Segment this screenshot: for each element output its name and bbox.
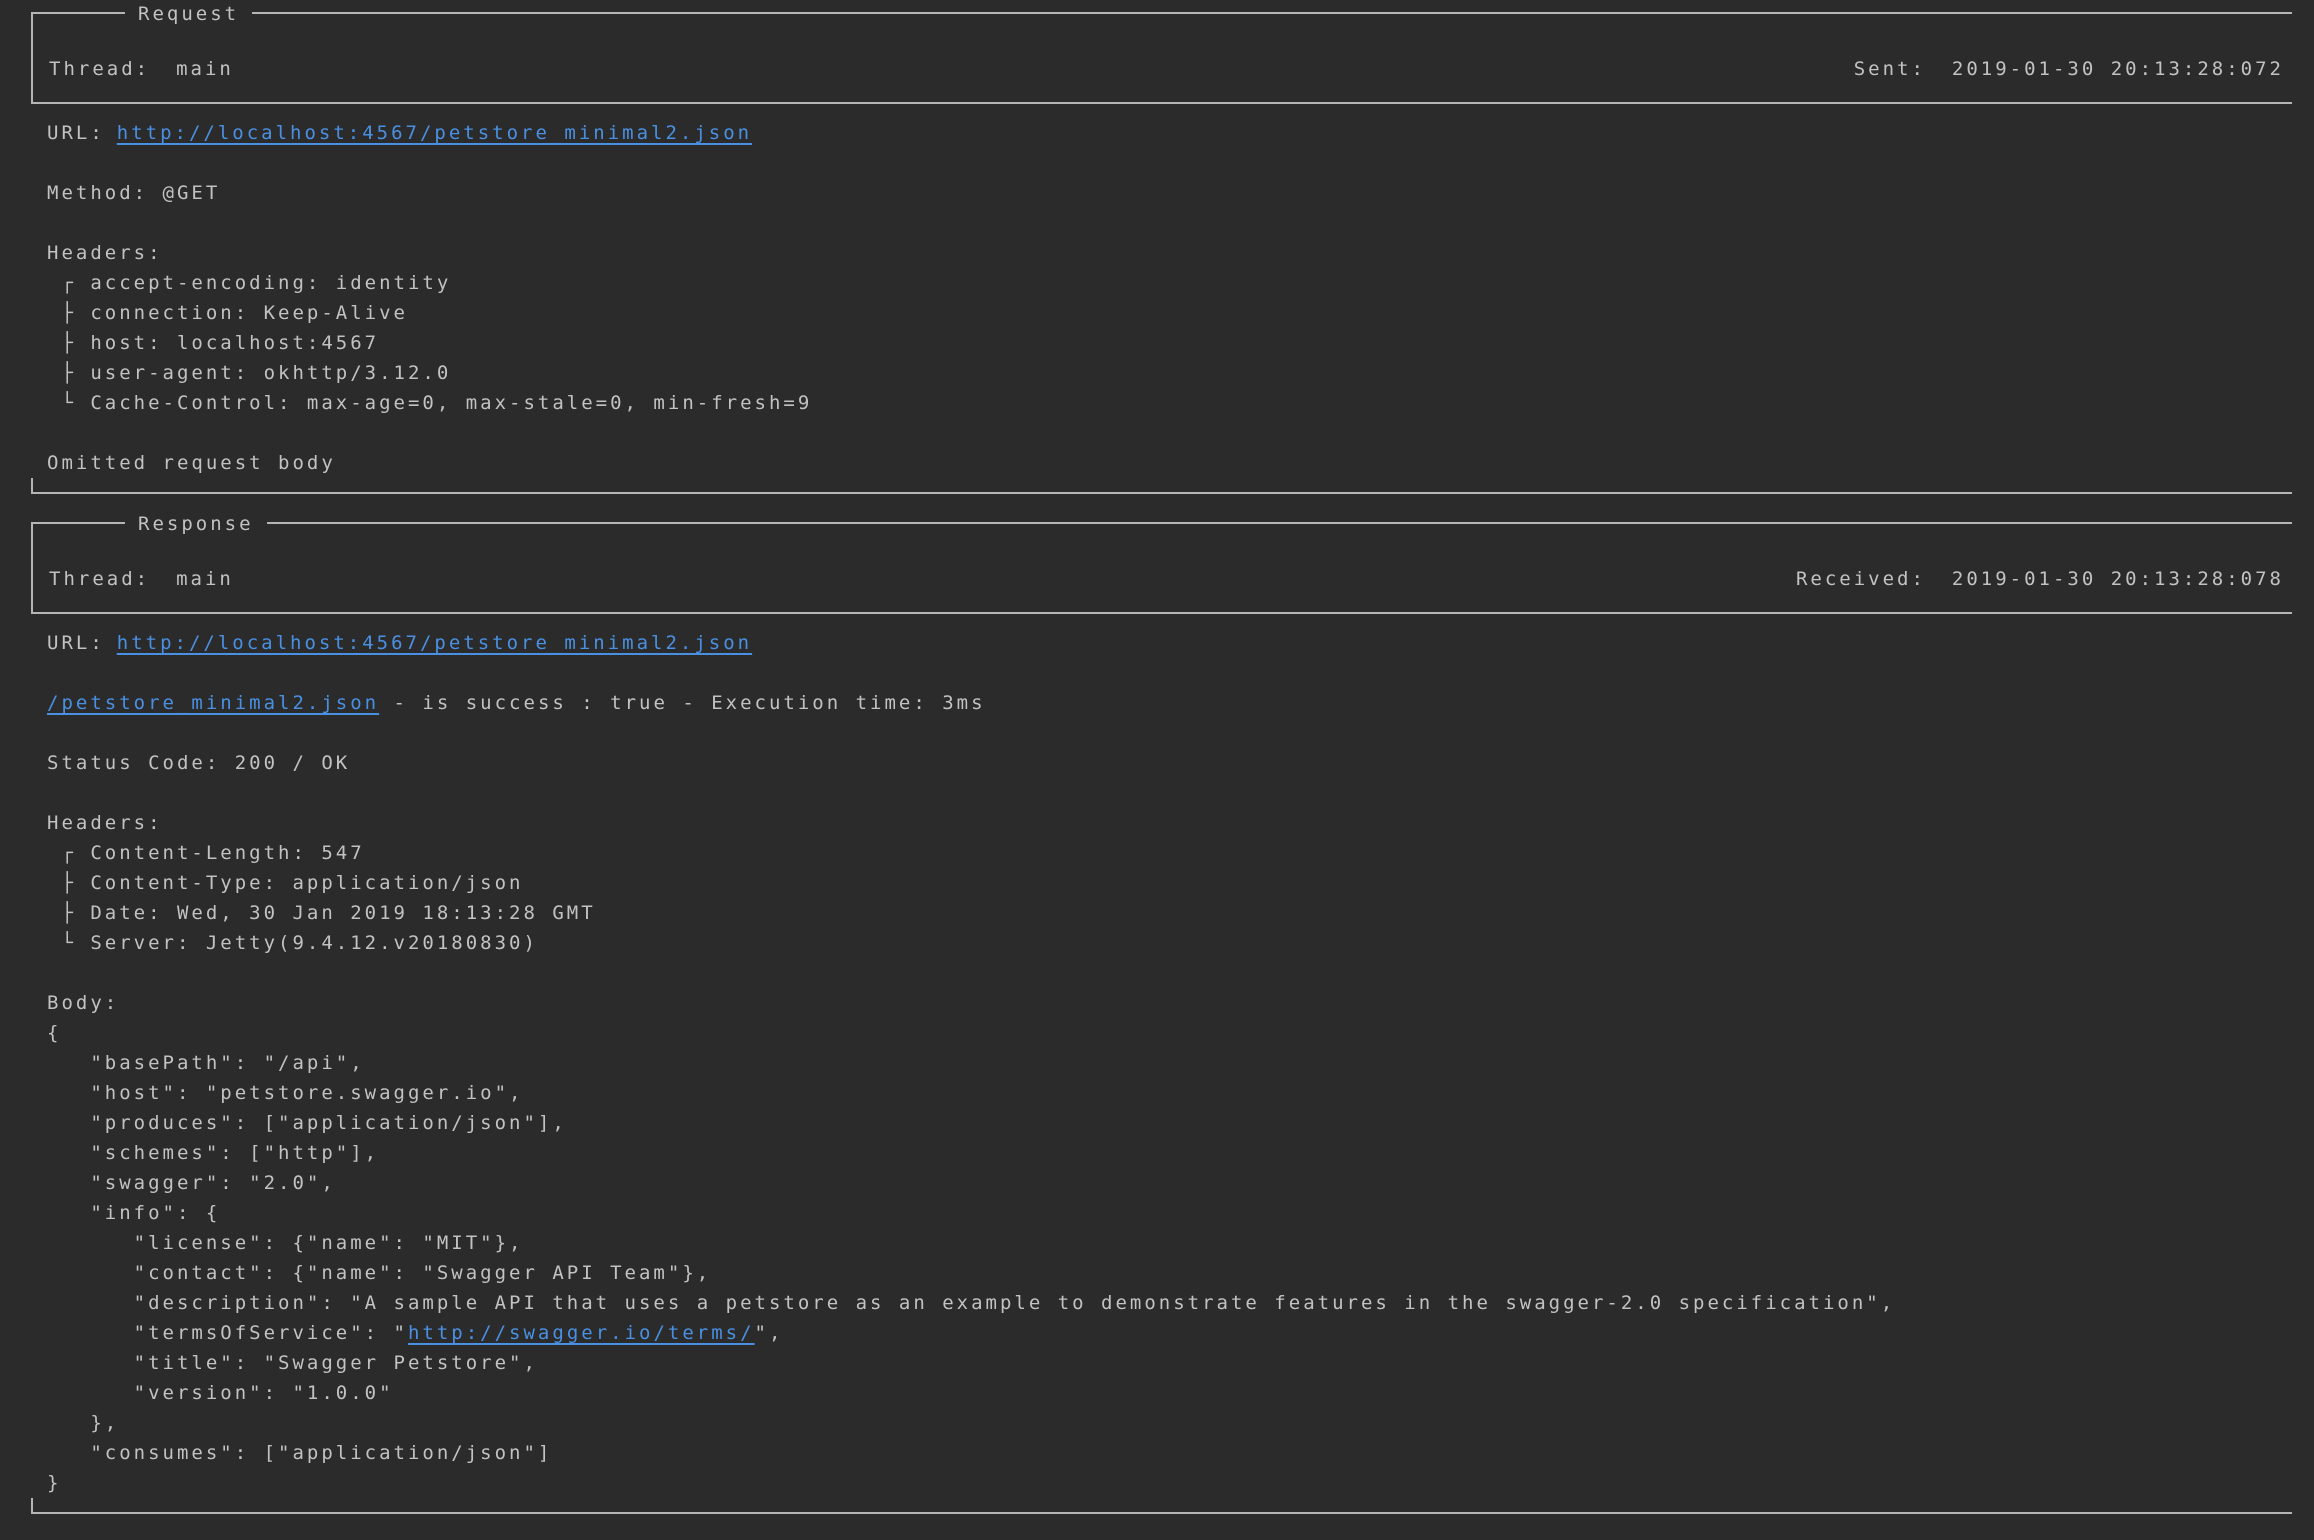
response-section-title: Response bbox=[125, 509, 267, 539]
body-line: "title": "Swagger Petstore", bbox=[0, 1348, 2314, 1378]
request-content: URL: http://localhost:4567/petstore_minim… bbox=[0, 118, 2314, 478]
header-line: ├ user-agent: okhttp/3.12.0 bbox=[0, 358, 2314, 388]
thread-value: main bbox=[176, 568, 234, 590]
blank-line bbox=[0, 208, 2314, 238]
result-text: - is success : true - Execution time: 3m… bbox=[379, 692, 985, 714]
response-url-line: URL: http://localhost:4567/petstore_minim… bbox=[0, 628, 2314, 658]
thread-value: main bbox=[176, 58, 234, 80]
request-thread: Thread: main bbox=[49, 54, 234, 84]
blank-line bbox=[0, 418, 2314, 448]
body-line: "consumes": ["application/json"] bbox=[0, 1438, 2314, 1468]
request-thread-row: Thread: main Sent: 2019-01-30 20:13:28:072 bbox=[33, 54, 2292, 84]
blank-line bbox=[0, 658, 2314, 688]
response-section-bottom-border bbox=[31, 1498, 2292, 1514]
header-line: └ Server: Jetty(9.4.12.v20180830) bbox=[0, 928, 2314, 958]
endpoint-link[interactable]: /petstore_minimal2.json bbox=[47, 692, 379, 714]
body-text: ", bbox=[755, 1322, 784, 1344]
response-content: URL: http://localhost:4567/petstore_minim… bbox=[0, 628, 2314, 1498]
header-line: ├ Date: Wed, 30 Jan 2019 18:13:28 GMT bbox=[0, 898, 2314, 928]
blank-line bbox=[0, 958, 2314, 988]
sent-timestamp: 2019-01-30 20:13:28:072 bbox=[1952, 58, 2284, 80]
body-line: { bbox=[0, 1018, 2314, 1048]
response-url-link[interactable]: http://localhost:4567/petstore_minimal2.… bbox=[117, 632, 752, 654]
http-log-console: Request Thread:mainSent:2019-01-30 20:13… bbox=[0, 12, 2314, 1540]
request-section-box: Request Thread:mainSent:2019-01-30 20:13… bbox=[31, 12, 2292, 104]
body-line: "produces": ["application/json"], bbox=[0, 1108, 2314, 1138]
request-url-link[interactable]: http://localhost:4567/petstore_minimal2.… bbox=[117, 122, 752, 144]
response-headers-label: Headers: bbox=[0, 808, 2314, 838]
response-body-label: Body: bbox=[0, 988, 2314, 1018]
request-body-note: Omitted request body bbox=[0, 448, 2314, 478]
body-line: "license": {"name": "MIT"}, bbox=[0, 1228, 2314, 1258]
body-line: "version": "1.0.0" bbox=[0, 1378, 2314, 1408]
sent-label: Sent: bbox=[1854, 58, 1926, 80]
thread-label: Thread: bbox=[49, 568, 150, 590]
request-url-line: URL: http://localhost:4567/petstore_minim… bbox=[0, 118, 2314, 148]
response-received: Received: 2019-01-30 20:13:28:078 bbox=[1796, 564, 2284, 594]
request-section-bottom-border bbox=[31, 478, 2292, 494]
body-line: "host": "petstore.swagger.io", bbox=[0, 1078, 2314, 1108]
body-line: }, bbox=[0, 1408, 2314, 1438]
blank-line bbox=[0, 148, 2314, 178]
blank-line bbox=[0, 778, 2314, 808]
header-line: ├ host: localhost:4567 bbox=[0, 328, 2314, 358]
body-line: "swagger": "2.0", bbox=[0, 1168, 2314, 1198]
body-line: "description": "A sample API that uses a… bbox=[0, 1288, 2314, 1318]
header-line: ┌ accept-encoding: identity bbox=[0, 268, 2314, 298]
header-line: └ Cache-Control: max-age=0, max-stale=0,… bbox=[0, 388, 2314, 418]
received-label: Received: bbox=[1796, 568, 1926, 590]
request-sent: Sent: 2019-01-30 20:13:28:072 bbox=[1854, 54, 2284, 84]
terms-of-service-link[interactable]: http://swagger.io/terms/ bbox=[408, 1322, 755, 1344]
response-status-line: Status Code: 200 / OK bbox=[0, 748, 2314, 778]
body-line: "basePath": "/api", bbox=[0, 1048, 2314, 1078]
received-timestamp: 2019-01-30 20:13:28:078 bbox=[1952, 568, 2284, 590]
request-headers-list: ┌ accept-encoding: identity ├ connection… bbox=[0, 268, 2314, 418]
response-body-json: { "basePath": "/api", "host": "petstore.… bbox=[0, 1018, 2314, 1498]
body-line: "termsOfService": "http://swagger.io/ter… bbox=[0, 1318, 2314, 1348]
url-label: URL: bbox=[47, 632, 105, 654]
blank-line bbox=[0, 718, 2314, 748]
request-box-spacer bbox=[33, 14, 2292, 54]
response-section-box: Response Thread:mainReceived:2019-01-30 … bbox=[31, 522, 2292, 614]
header-line: ├ connection: Keep-Alive bbox=[0, 298, 2314, 328]
response-result-line: /petstore_minimal2.json - is success : t… bbox=[0, 688, 2314, 718]
response-headers-list: ┌ Content-Length: 547 ├ Content-Type: ap… bbox=[0, 838, 2314, 958]
response-thread: Thread: main bbox=[49, 564, 234, 594]
header-line: ┌ Content-Length: 547 bbox=[0, 838, 2314, 868]
request-section-title: Request bbox=[125, 0, 252, 29]
url-label: URL: bbox=[47, 122, 105, 144]
header-line: ├ Content-Type: application/json bbox=[0, 868, 2314, 898]
body-line: "info": { bbox=[0, 1198, 2314, 1228]
request-headers-label: Headers: bbox=[0, 238, 2314, 268]
body-text: "termsOfService": " bbox=[47, 1322, 408, 1344]
response-thread-row: Thread: main Received: 2019-01-30 20:13:28:… bbox=[33, 564, 2292, 594]
body-line: "schemes": ["http"], bbox=[0, 1138, 2314, 1168]
response-box-spacer bbox=[33, 524, 2292, 564]
request-method-line: Method: @GET bbox=[0, 178, 2314, 208]
body-line: } bbox=[0, 1468, 2314, 1498]
body-line: "contact": {"name": "Swagger API Team"}, bbox=[0, 1258, 2314, 1288]
thread-label: Thread: bbox=[49, 58, 150, 80]
